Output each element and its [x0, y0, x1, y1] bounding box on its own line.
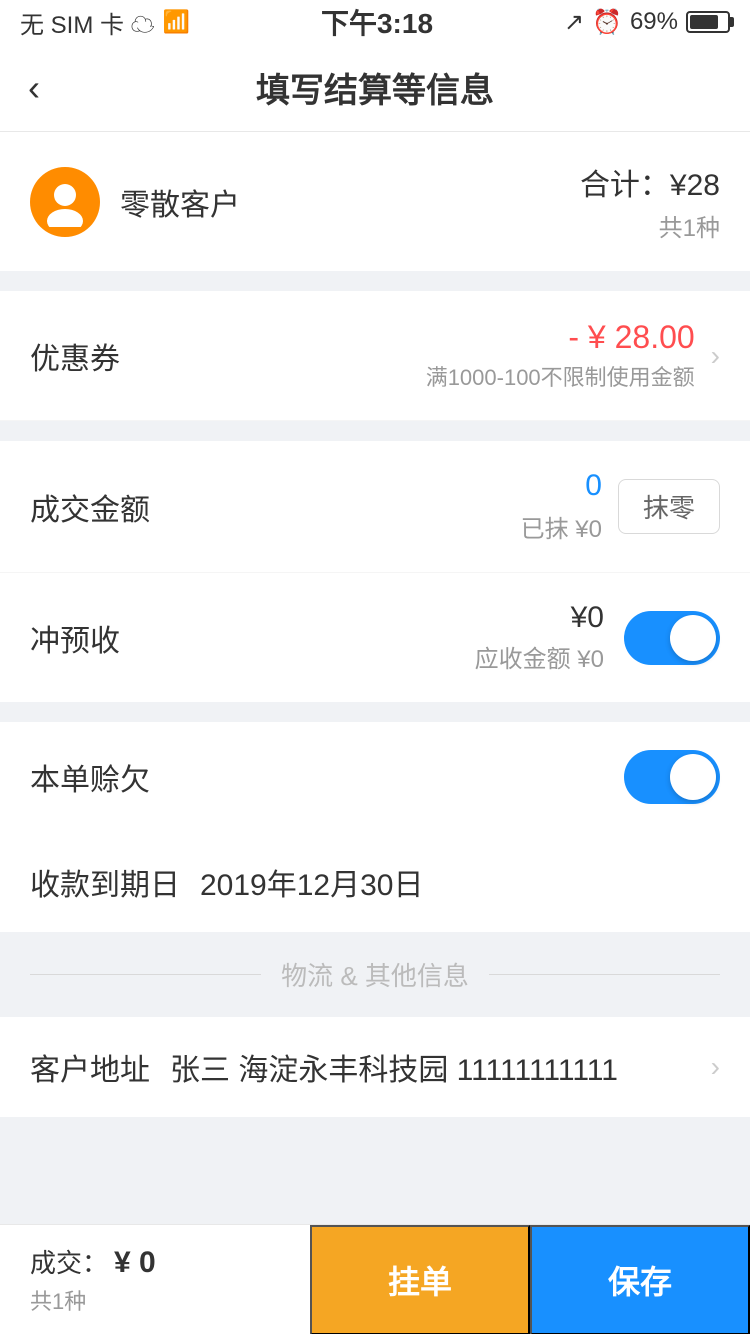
prepayment-amounts: ¥0 应收金额 ¥0: [475, 601, 604, 674]
address-value: 张三 海淀永丰科技园 11111111111: [150, 1045, 711, 1089]
deal-amount-right: 0 已抹 ¥0 抹零: [521, 469, 720, 544]
coupon-value: - ¥ 28.00 满1000-100不限制使用金额: [426, 319, 695, 392]
debt-toggle-knob: [670, 754, 716, 800]
back-button[interactable]: ‹: [28, 67, 40, 109]
deal-amount-col: 0 已抹 ¥0: [521, 469, 602, 544]
location-icon: ↗: [564, 8, 584, 37]
debt-section: 本单赊欠 收款到期日 2019年12月30日: [0, 722, 750, 932]
deal-amount-label: 成交金额: [30, 485, 150, 529]
status-time: 下午3:18: [321, 2, 433, 42]
logistics-label: 物流 & 其他信息: [281, 956, 469, 993]
nav-bar: ‹ 填写结算等信息: [0, 44, 750, 132]
battery-icon: [686, 11, 730, 33]
bottom-deal-label: 成交：: [30, 1243, 108, 1280]
customer-row: 零散客户 合计：¥28 共1种: [0, 132, 750, 271]
no-sim-text: 无 SIM 卡 ☁: [20, 5, 155, 40]
hold-order-button[interactable]: 挂单: [310, 1225, 530, 1334]
deal-amount-sub: 已抹 ¥0: [521, 509, 602, 544]
deal-amount-row: 成交金额 0 已抹 ¥0 抹零: [0, 441, 750, 573]
customer-avatar: [30, 167, 100, 237]
divider-2: [0, 421, 750, 441]
logistics-divider: 物流 & 其他信息: [0, 932, 750, 1017]
debt-row: 本单赊欠: [0, 722, 750, 832]
address-row[interactable]: 客户地址 张三 海淀永丰科技园 11111111111 ›: [0, 1017, 750, 1117]
coupon-label: 优惠券: [30, 334, 150, 378]
address-section: 客户地址 张三 海淀永丰科技园 11111111111 ›: [0, 1017, 750, 1117]
coupon-desc: 满1000-100不限制使用金额: [426, 360, 695, 392]
bottom-deal-amount: ¥ 0: [114, 1246, 156, 1280]
wifi-icon: 📶: [163, 9, 190, 35]
alarm-icon: ⏰: [592, 8, 622, 37]
bottom-left: 成交： ¥ 0 共1种: [0, 1243, 310, 1316]
customer-left: 零散客户: [30, 167, 240, 237]
battery-text: 69%: [630, 8, 678, 36]
save-button[interactable]: 保存: [530, 1225, 750, 1334]
prepayment-row: 冲预收 ¥0 应收金额 ¥0: [0, 573, 750, 702]
prepayment-amount: ¥0: [475, 601, 604, 635]
debt-label: 本单赊欠: [30, 755, 150, 799]
coupon-chevron: ›: [711, 340, 720, 372]
due-date-value: 2019年12月30日: [200, 860, 423, 904]
debt-toggle[interactable]: [624, 750, 720, 804]
coupon-section: 优惠券 - ¥ 28.00 满1000-100不限制使用金额 ›: [0, 291, 750, 421]
status-left: 无 SIM 卡 ☁ 📶: [20, 5, 190, 40]
customer-name: 零散客户: [120, 180, 240, 224]
total-count: 共1种: [580, 208, 720, 243]
prepayment-toggle[interactable]: [624, 611, 720, 665]
bottom-bar: 成交： ¥ 0 共1种 挂单 保存: [0, 1224, 750, 1334]
status-bar: 无 SIM 卡 ☁ 📶 下午3:18 ↗ ⏰ 69%: [0, 0, 750, 44]
bottom-deal-count: 共1种: [30, 1284, 280, 1316]
status-right: ↗ ⏰ 69%: [564, 8, 730, 37]
due-date-label: 收款到期日: [30, 860, 180, 904]
round-zero-button[interactable]: 抹零: [618, 479, 720, 534]
address-label: 客户地址: [30, 1045, 150, 1089]
page-title: 填写结算等信息: [256, 63, 494, 112]
divider-3: [0, 702, 750, 722]
total-amount: 合计：¥28: [580, 160, 720, 204]
prepayment-right: ¥0 应收金额 ¥0: [475, 601, 720, 674]
deal-amount-section: 成交金额 0 已抹 ¥0 抹零 冲预收 ¥0 应收金额 ¥0: [0, 441, 750, 702]
prepayment-sub: 应收金额 ¥0: [475, 639, 604, 674]
address-chevron: ›: [711, 1051, 720, 1083]
customer-section: 零散客户 合计：¥28 共1种: [0, 132, 750, 271]
coupon-amount: - ¥ 28.00: [426, 319, 695, 356]
divider-line-right: [489, 974, 720, 975]
due-date-row: 收款到期日 2019年12月30日: [0, 832, 750, 932]
customer-total: 合计：¥28 共1种: [580, 160, 720, 243]
divider-1: [0, 271, 750, 291]
toggle-knob: [670, 615, 716, 661]
coupon-row[interactable]: 优惠券 - ¥ 28.00 满1000-100不限制使用金额 ›: [0, 291, 750, 421]
prepayment-label: 冲预收: [30, 616, 150, 660]
coupon-right: - ¥ 28.00 满1000-100不限制使用金额 ›: [426, 319, 720, 392]
divider-line-left: [30, 974, 261, 975]
deal-amount-value: 0: [521, 469, 602, 503]
